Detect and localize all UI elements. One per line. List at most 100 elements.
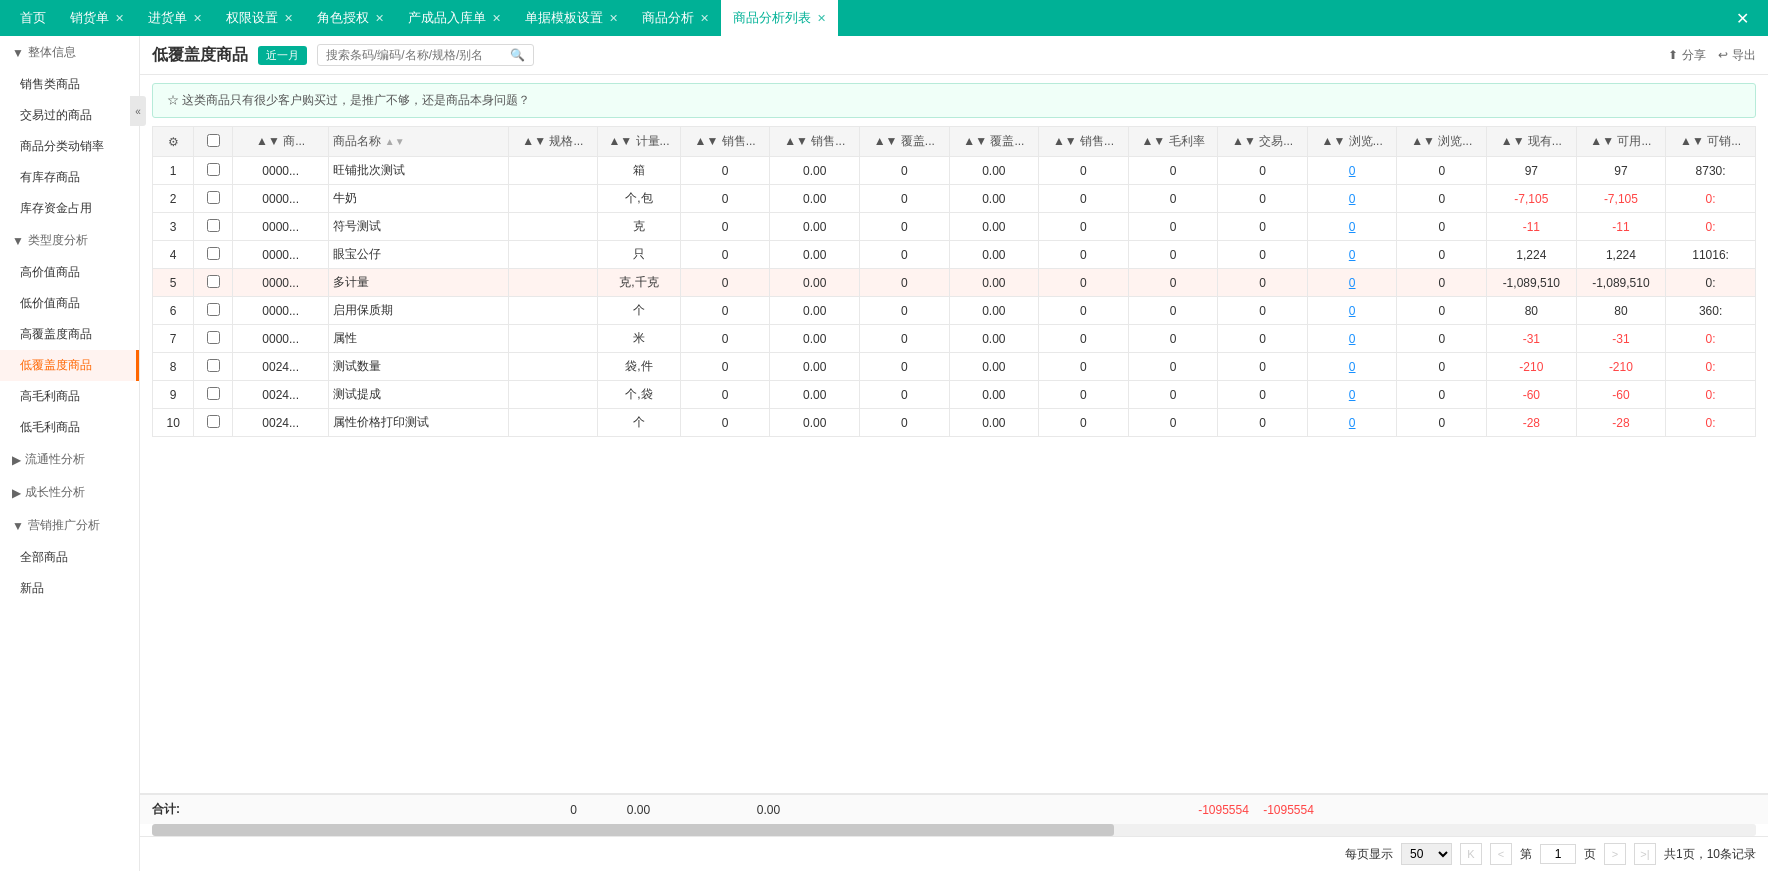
row-checkbox[interactable] — [194, 297, 233, 325]
row-cover2: 0.00 — [949, 353, 1039, 381]
row-checkbox[interactable] — [194, 269, 233, 297]
row-gross: 0 — [1128, 213, 1218, 241]
col-code-header[interactable]: ▲▼ 商... — [232, 127, 328, 157]
sidebar-item-low-coverage[interactable]: 低覆盖度商品 — [0, 350, 139, 381]
horizontal-scrollbar[interactable] — [152, 824, 1114, 836]
last-page-button[interactable]: >| — [1634, 843, 1656, 865]
col-trade-header[interactable]: ▲▼ 交易... — [1218, 127, 1308, 157]
col-sales3-header[interactable]: ▲▼ 销售... — [1039, 127, 1129, 157]
time-filter-badge[interactable]: 近一月 — [258, 46, 307, 65]
row-spec — [508, 157, 598, 185]
row-sales-amt: 0.00 — [770, 157, 860, 185]
sidebar-item-high-profit[interactable]: 高毛利商品 — [0, 381, 139, 412]
col-spec-header[interactable]: ▲▼ 规格... — [508, 127, 598, 157]
sidebar-item-stock-capital[interactable]: 库存资金占用 — [0, 193, 139, 224]
first-page-button[interactable]: K — [1460, 843, 1482, 865]
share-button[interactable]: ⬆ 分享 — [1668, 47, 1706, 64]
row-current: -28 — [1487, 409, 1577, 437]
row-checkbox[interactable] — [194, 325, 233, 353]
nav-close-1[interactable]: ✕ — [115, 12, 124, 25]
col-cover2-header[interactable]: ▲▼ 覆盖... — [949, 127, 1039, 157]
sidebar-section-type[interactable]: ▼ 类型度分析 — [0, 224, 139, 257]
sidebar-item-high-coverage[interactable]: 高覆盖度商品 — [0, 319, 139, 350]
sidebar-item-new-goods[interactable]: 新品 — [0, 573, 139, 604]
row-checkbox[interactable] — [194, 353, 233, 381]
row-browse1[interactable]: 0 — [1307, 185, 1397, 213]
row-checkbox[interactable] — [194, 213, 233, 241]
sidebar-section-flow[interactable]: ▶ 流通性分析 — [0, 443, 139, 476]
nav-purchase-order[interactable]: 进货单 ✕ — [136, 0, 214, 36]
nav-home[interactable]: 首页 — [8, 0, 58, 36]
nav-close-8[interactable]: ✕ — [817, 12, 826, 25]
next-page-button[interactable]: > — [1604, 843, 1626, 865]
nav-close-6[interactable]: ✕ — [609, 12, 618, 25]
sidebar-item-low-profit[interactable]: 低毛利商品 — [0, 412, 139, 443]
sidebar-item-high-value[interactable]: 高价值商品 — [0, 257, 139, 288]
col-sellable-header[interactable]: ▲▼ 可销... — [1666, 127, 1756, 157]
nav-close-4[interactable]: ✕ — [375, 12, 384, 25]
window-close-button[interactable]: ✕ — [1724, 0, 1760, 36]
col-browse1-header[interactable]: ▲▼ 浏览... — [1307, 127, 1397, 157]
table-row: 5 0000... 多计量 克,千克 0 0.00 0 0.00 0 0 0 0… — [153, 269, 1756, 297]
row-checkbox[interactable] — [194, 381, 233, 409]
sidebar-item-all-goods[interactable]: 全部商品 — [0, 542, 139, 573]
nav-product-stock[interactable]: 产成品入库单 ✕ — [396, 0, 513, 36]
row-browse1[interactable]: 0 — [1307, 157, 1397, 185]
col-gross-header[interactable]: ▲▼ 毛利率 — [1128, 127, 1218, 157]
row-browse1[interactable]: 0 — [1307, 381, 1397, 409]
row-checkbox[interactable] — [194, 409, 233, 437]
col-unit-header[interactable]: ▲▼ 计量... — [598, 127, 681, 157]
sidebar-section-growth[interactable]: ▶ 成长性分析 — [0, 476, 139, 509]
col-usable-header[interactable]: ▲▼ 可用... — [1576, 127, 1666, 157]
row-trade: 0 — [1218, 269, 1308, 297]
nav-sales-order[interactable]: 销货单 ✕ — [58, 0, 136, 36]
row-checkbox[interactable] — [194, 185, 233, 213]
sidebar-item-low-value[interactable]: 低价值商品 — [0, 288, 139, 319]
sidebar-section-overall[interactable]: ▼ 整体信息 — [0, 36, 139, 69]
row-browse1[interactable]: 0 — [1307, 353, 1397, 381]
search-input[interactable] — [326, 48, 506, 62]
col-sales-amt-header[interactable]: ▲▼ 销售... — [770, 127, 860, 157]
sidebar-collapse-button[interactable]: « — [130, 96, 146, 126]
page-number-input[interactable] — [1540, 844, 1576, 864]
row-browse1[interactable]: 0 — [1307, 409, 1397, 437]
sidebar-item-sales-goods[interactable]: 销售类商品 — [0, 69, 139, 100]
row-browse1[interactable]: 0 — [1307, 325, 1397, 353]
row-sellable: 8730: — [1666, 157, 1756, 185]
nav-goods-analysis[interactable]: 商品分析 ✕ — [630, 0, 721, 36]
export-button[interactable]: ↩ 导出 — [1718, 47, 1756, 64]
col-current-header[interactable]: ▲▼ 现有... — [1487, 127, 1577, 157]
nav-close-7[interactable]: ✕ — [700, 12, 709, 25]
col-browse2-header[interactable]: ▲▼ 浏览... — [1397, 127, 1487, 157]
col-name-header[interactable]: 商品名称 ▲▼ — [329, 127, 508, 157]
sidebar-item-category-rate[interactable]: 商品分类动销率 — [0, 131, 139, 162]
row-checkbox[interactable] — [194, 241, 233, 269]
col-settings[interactable]: ⚙ — [153, 127, 194, 157]
total-sales-amt: 0.00 — [606, 803, 671, 817]
row-browse1[interactable]: 0 — [1307, 241, 1397, 269]
row-sales-amt: 0.00 — [770, 409, 860, 437]
row-sales3: 0 — [1039, 381, 1129, 409]
col-sales-qty-header[interactable]: ▲▼ 销售... — [680, 127, 770, 157]
row-unit: 箱 — [598, 157, 681, 185]
nav-close-2[interactable]: ✕ — [193, 12, 202, 25]
search-icon[interactable]: 🔍 — [510, 48, 525, 62]
per-page-select[interactable]: 50 20 100 200 — [1401, 843, 1452, 865]
row-browse1[interactable]: 0 — [1307, 213, 1397, 241]
sidebar-section-marketing[interactable]: ▼ 营销推广分析 — [0, 509, 139, 542]
table-row: 2 0000... 牛奶 个,包 0 0.00 0 0.00 0 0 0 0 0… — [153, 185, 1756, 213]
nav-template[interactable]: 单据模板设置 ✕ — [513, 0, 630, 36]
nav-goods-analysis-list[interactable]: 商品分析列表 ✕ — [721, 0, 838, 36]
row-browse1[interactable]: 0 — [1307, 297, 1397, 325]
nav-role-auth[interactable]: 角色授权 ✕ — [305, 0, 396, 36]
sidebar-item-traded-goods[interactable]: 交易过的商品 — [0, 100, 139, 131]
row-checkbox[interactable] — [194, 157, 233, 185]
nav-close-5[interactable]: ✕ — [492, 12, 501, 25]
row-browse1[interactable]: 0 — [1307, 269, 1397, 297]
nav-permission[interactable]: 权限设置 ✕ — [214, 0, 305, 36]
prev-page-button[interactable]: < — [1490, 843, 1512, 865]
col-cover1-header[interactable]: ▲▼ 覆盖... — [859, 127, 949, 157]
select-all-checkbox[interactable] — [207, 134, 220, 147]
sidebar-item-stocked-goods[interactable]: 有库存商品 — [0, 162, 139, 193]
nav-close-3[interactable]: ✕ — [284, 12, 293, 25]
